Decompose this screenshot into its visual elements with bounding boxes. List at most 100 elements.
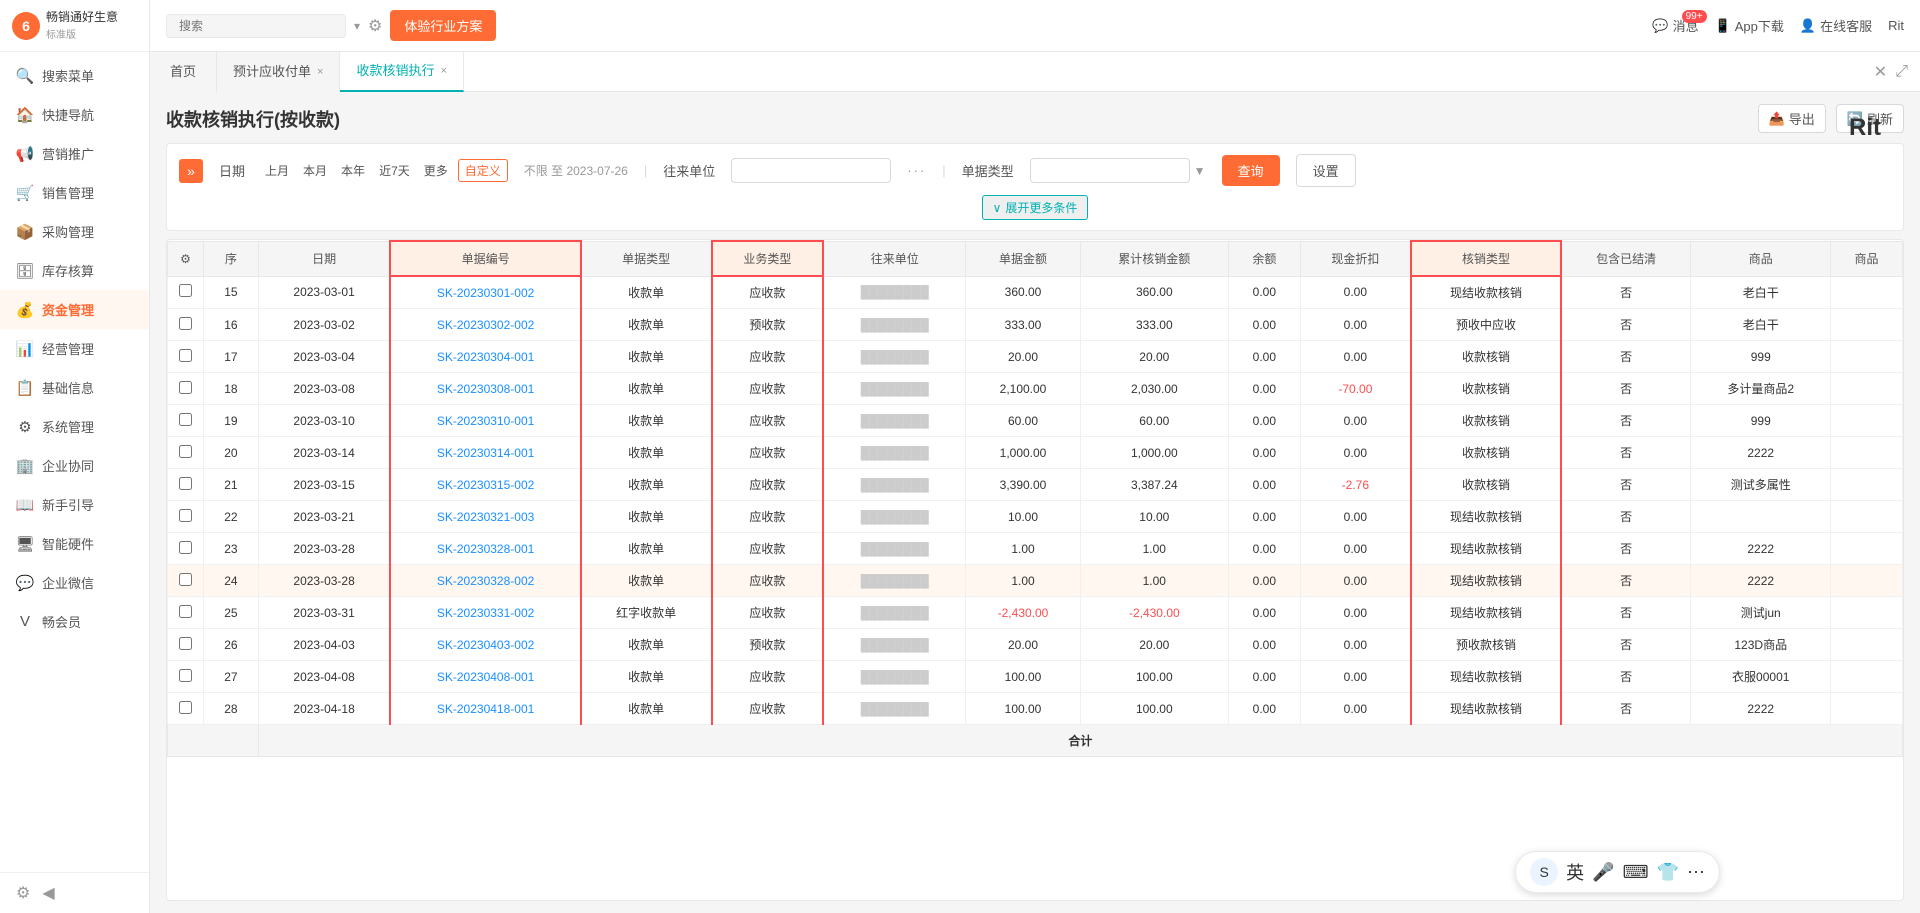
sidebar-item-purchase[interactable]: 📦采购管理 (0, 212, 149, 251)
bill-no-link[interactable]: SK-20230310-001 (437, 414, 534, 428)
bill-no-link[interactable]: SK-20230331-002 (437, 606, 534, 620)
tab-close-payable[interactable]: × (317, 52, 323, 92)
date-custom[interactable]: 自定义 (458, 159, 508, 182)
header-gear-icon[interactable]: ⚙ (368, 16, 382, 36)
message-button[interactable]: 💬 消息 99+ (1652, 16, 1698, 35)
expand-more-button[interactable]: ∨ 展开更多条件 (982, 195, 1089, 220)
table-row[interactable]: 18 2023-03-08 SK-20230308-001 收款单 应收款 ██… (168, 373, 1903, 405)
sidebar-item-sales[interactable]: 🛒销售管理 (0, 173, 149, 212)
sidebar-item-hardware[interactable]: 🖥智能硬件 (0, 524, 149, 563)
table-row[interactable]: 20 2023-03-14 SK-20230314-001 收款单 应收款 ██… (168, 437, 1903, 469)
table-row[interactable]: 22 2023-03-21 SK-20230321-003 收款单 应收款 ██… (168, 501, 1903, 533)
table-row[interactable]: 23 2023-03-28 SK-20230328-001 收款单 应收款 ██… (168, 533, 1903, 565)
sidebar-item-member[interactable]: V畅会员 (0, 602, 149, 641)
table-row[interactable]: 17 2023-03-04 SK-20230304-001 收款单 应收款 ██… (168, 341, 1903, 373)
cell-accumulated: 1,000.00 (1080, 437, 1228, 469)
sidebar-item-quicknav[interactable]: 🏠快捷导航 (0, 95, 149, 134)
date-this-month[interactable]: 本月 (299, 160, 331, 181)
cell-checkbox[interactable] (168, 309, 204, 341)
cell-checkbox[interactable] (168, 661, 204, 693)
col-gear[interactable]: ⚙ (168, 241, 204, 276)
tab-collection[interactable]: 收款核销执行× (340, 52, 463, 92)
table-row[interactable]: 24 2023-03-28 SK-20230328-002 收款单 应收款 ██… (168, 565, 1903, 597)
table-row[interactable]: 25 2023-03-31 SK-20230331-002 红字收款单 应收款 … (168, 597, 1903, 629)
table-row[interactable]: 28 2023-04-18 SK-20230418-001 收款单 应收款 ██… (168, 693, 1903, 725)
table-row[interactable]: 15 2023-03-01 SK-20230301-002 收款单 应收款 ██… (168, 276, 1903, 309)
bill-no-link[interactable]: SK-20230302-002 (437, 318, 534, 332)
cell-no: 20 (204, 437, 259, 469)
online-service-button[interactable]: 👤 在线客服 (1800, 16, 1872, 35)
filter-expand-button[interactable]: » (179, 159, 203, 183)
cell-checkbox[interactable] (168, 533, 204, 565)
bill-no-link[interactable]: SK-20230308-001 (437, 382, 534, 396)
sidebar-item-inventory[interactable]: 🗄库存核算 (0, 251, 149, 290)
bill-no-link[interactable]: SK-20230315-002 (437, 478, 534, 492)
floating-text-icon[interactable]: 英 (1566, 859, 1584, 885)
app-download-button[interactable]: 📱 App下载 (1715, 16, 1784, 35)
tab-home[interactable]: 首页 (150, 52, 217, 92)
bill-no-link[interactable]: SK-20230314-001 (437, 446, 534, 460)
type-filter-input[interactable] (1030, 158, 1190, 183)
cell-bill-amount: 20.00 (966, 341, 1080, 373)
sidebar-item-operation[interactable]: 📊经营管理 (0, 329, 149, 368)
sidebar-item-basic[interactable]: 📋基础信息 (0, 368, 149, 407)
close-tab-icon[interactable]: ✕ (1874, 62, 1887, 82)
sidebar-item-marketing[interactable]: 📢营销推广 (0, 134, 149, 173)
query-button[interactable]: 查询 (1222, 155, 1280, 186)
cell-checkbox[interactable] (168, 373, 204, 405)
unit-filter-input[interactable] (731, 158, 891, 183)
expand-tab-icon[interactable]: ⤢ (1895, 63, 1908, 81)
cell-checkbox[interactable] (168, 276, 204, 309)
cell-bill-no: SK-20230418-001 (390, 693, 580, 725)
cell-checkbox[interactable] (168, 501, 204, 533)
bill-no-link[interactable]: SK-20230418-001 (437, 702, 534, 716)
sidebar-item-search[interactable]: 🔍搜索菜单 (0, 56, 149, 95)
bill-no-link[interactable]: SK-20230321-003 (437, 510, 534, 524)
cell-checkbox[interactable] (168, 565, 204, 597)
bill-no-link[interactable]: SK-20230403-002 (437, 638, 534, 652)
cell-checkbox[interactable] (168, 437, 204, 469)
bill-no-link[interactable]: SK-20230328-001 (437, 542, 534, 556)
cell-checkbox[interactable] (168, 597, 204, 629)
cell-checkbox[interactable] (168, 405, 204, 437)
collapse-icon[interactable]: ◀ (42, 883, 54, 903)
user-menu[interactable]: Rit (1888, 18, 1904, 33)
export-button[interactable]: 📤 导出 (1758, 104, 1826, 133)
settings-icon[interactable]: ⚙ (16, 883, 30, 903)
table-row[interactable]: 16 2023-03-02 SK-20230302-002 收款单 预收款 ██… (168, 309, 1903, 341)
date-7days[interactable]: 近7天 (375, 160, 414, 181)
floating-mic-icon[interactable]: 🎤 (1592, 862, 1614, 883)
unit-filter-label: 往来单位 (663, 161, 715, 180)
date-this-year[interactable]: 本年 (337, 160, 369, 181)
sidebar-item-guide[interactable]: 📖新手引导 (0, 485, 149, 524)
table-row[interactable]: 27 2023-04-08 SK-20230408-001 收款单 应收款 ██… (168, 661, 1903, 693)
date-last-month[interactable]: 上月 (261, 160, 293, 181)
sidebar-item-finance[interactable]: 💰资金管理 (0, 290, 149, 329)
bill-no-link[interactable]: SK-20230328-002 (437, 574, 534, 588)
cell-checkbox[interactable] (168, 341, 204, 373)
bill-no-link[interactable]: SK-20230408-001 (437, 670, 534, 684)
cell-checkbox[interactable] (168, 469, 204, 501)
tab-payable[interactable]: 预计应收付单× (217, 52, 340, 92)
floating-shirt-icon[interactable]: 👕 (1657, 862, 1679, 883)
table-row[interactable]: 26 2023-04-03 SK-20230403-002 收款单 预收款 ██… (168, 629, 1903, 661)
bill-no-link[interactable]: SK-20230304-001 (437, 350, 534, 364)
sidebar-item-wechat[interactable]: 💬企业微信 (0, 563, 149, 602)
table-scroll[interactable]: ⚙ 序 日期 单据编号 单据类型 业务类型 往来单位 单据金额 累计核销金额 余… (167, 240, 1903, 900)
filter-settings-button[interactable]: 设置 (1296, 154, 1356, 187)
type-dropdown-arrow[interactable]: ▼ (1194, 164, 1206, 178)
floating-keyboard-icon[interactable]: ⌨ (1623, 862, 1649, 883)
table-row[interactable]: 21 2023-03-15 SK-20230315-002 收款单 应收款 ██… (168, 469, 1903, 501)
tab-close-collection[interactable]: × (440, 51, 446, 91)
solution-button[interactable]: 体验行业方案 (390, 10, 496, 41)
sidebar-item-enterprise[interactable]: 🏢企业协同 (0, 446, 149, 485)
date-more[interactable]: 更多 (420, 160, 452, 181)
header-dropdown-arrow[interactable]: ▾ (354, 19, 360, 33)
cell-checkbox[interactable] (168, 629, 204, 661)
sidebar-item-system[interactable]: ⚙系统管理 (0, 407, 149, 446)
table-row[interactable]: 19 2023-03-10 SK-20230310-001 收款单 应收款 ██… (168, 405, 1903, 437)
cell-checkbox[interactable] (168, 693, 204, 725)
floating-more-icon[interactable]: ⋯ (1687, 862, 1705, 883)
bill-no-link[interactable]: SK-20230301-002 (437, 286, 534, 300)
header-search-input[interactable] (166, 14, 346, 38)
